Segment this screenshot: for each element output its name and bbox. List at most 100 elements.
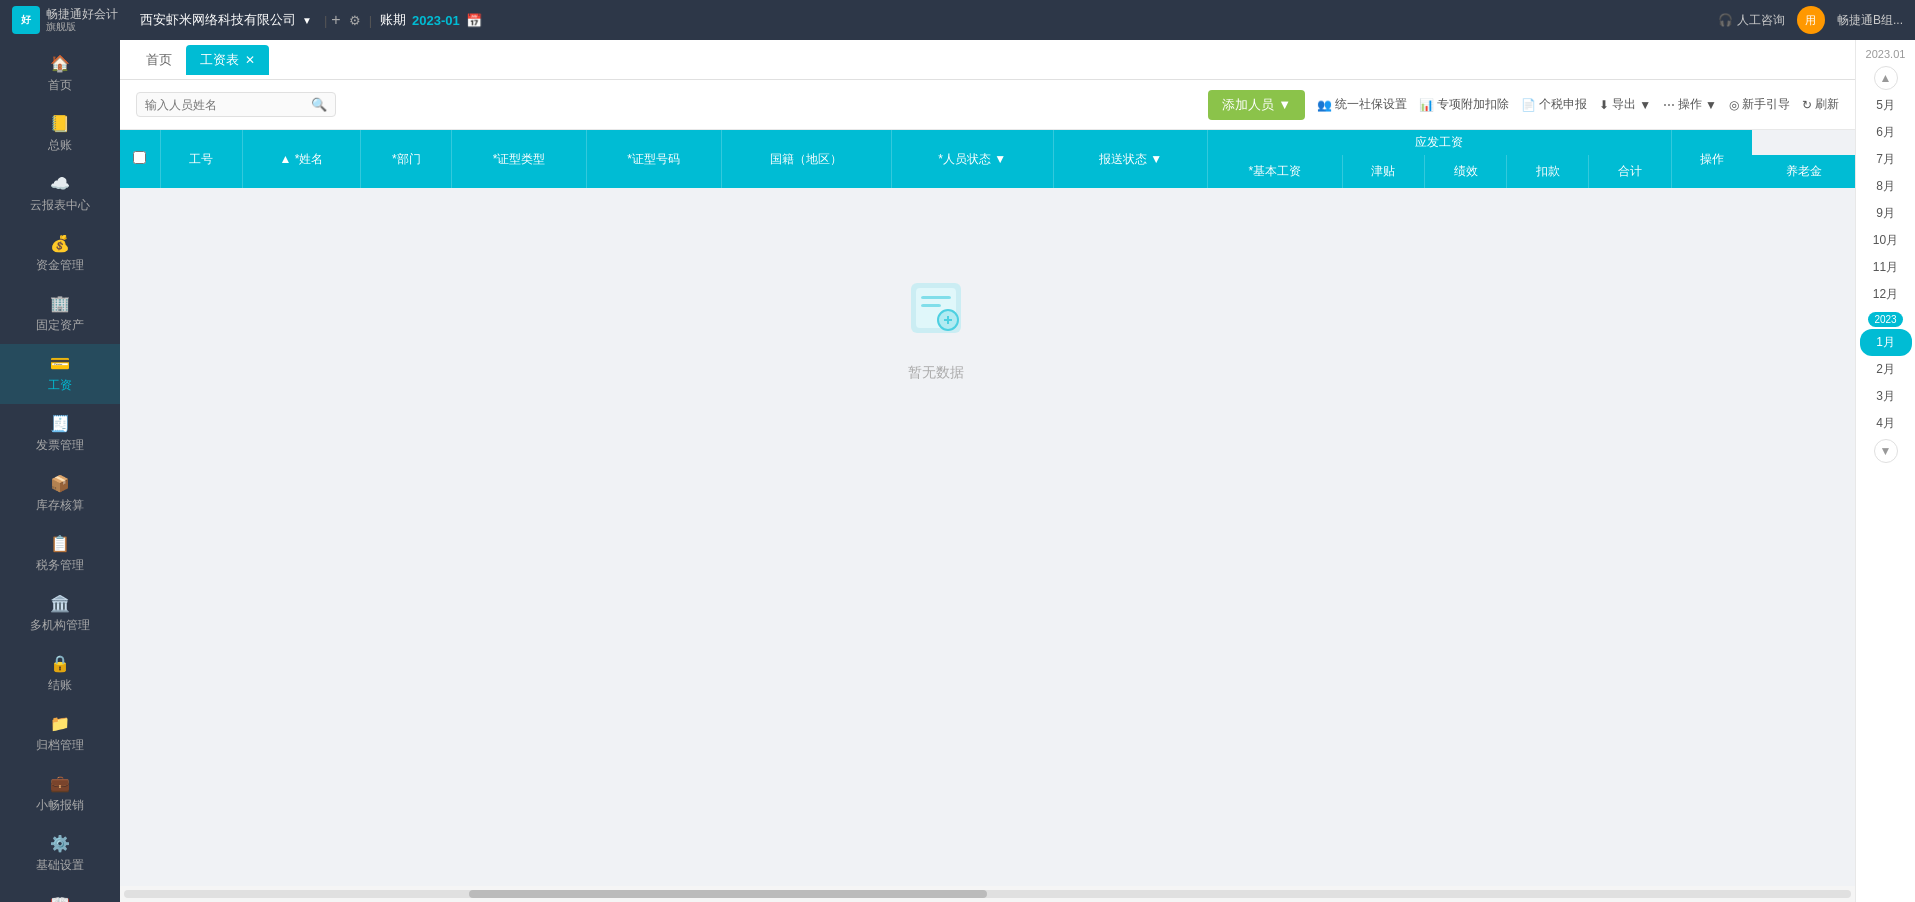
th-total: 合计 xyxy=(1589,155,1671,188)
sidebar-item-fund[interactable]: 💰 资金管理 xyxy=(0,224,120,284)
date-month-8[interactable]: 8月 xyxy=(1860,173,1912,200)
personal-tax-btn[interactable]: 📄 个税申报 xyxy=(1521,96,1587,113)
date-month-7[interactable]: 7月 xyxy=(1860,146,1912,173)
th-name: ▲ *姓名 xyxy=(242,130,361,188)
th-base-salary: *基本工资 xyxy=(1207,155,1342,188)
date-month-9[interactable]: 9月 xyxy=(1860,200,1912,227)
th-operations: 操作 xyxy=(1671,130,1752,188)
toolbar: 🔍 添加人员 ▼ 👥 统一社保设置 📊 专项附加扣除 📄 个税申报 ⬇ 导出 xyxy=(120,80,1855,130)
horizontal-scrollbar[interactable] xyxy=(120,886,1855,902)
gear-icon: ⚙️ xyxy=(50,834,70,853)
sidebar-item-fixed-asset[interactable]: 🏢 固定资产 xyxy=(0,284,120,344)
refresh-icon: ↻ xyxy=(1802,98,1812,112)
building-icon: 🏢 xyxy=(50,294,70,313)
svg-rect-3 xyxy=(921,304,941,307)
th-deduction: 扣款 xyxy=(1507,155,1589,188)
logo-area: 好 畅捷通好会计 旗舰版 xyxy=(12,6,132,34)
guide-toolbar-icon: ◎ xyxy=(1729,98,1739,112)
close-period-icon: 🔒 xyxy=(50,654,70,673)
table-wrapper: 工号 ▲ *姓名 *部门 *证型类型 *证型号码 国籍（地区） *人员状态 ▼ … xyxy=(120,130,1855,886)
tab-salary-table[interactable]: 工资表 ✕ xyxy=(186,45,269,75)
sidebar-item-tax[interactable]: 📋 税务管理 xyxy=(0,524,120,584)
sidebar-item-cloud-report[interactable]: ☁️ 云报表中心 xyxy=(0,164,120,224)
tax-icon: 📋 xyxy=(50,534,70,553)
date-nav-up[interactable]: ▲ xyxy=(1874,66,1898,90)
sidebar-item-invoice[interactable]: 🧾 发票管理 xyxy=(0,404,120,464)
inventory-icon: 📦 xyxy=(50,474,70,493)
company-selector[interactable]: 西安虾米网络科技有限公司 ▼ xyxy=(132,7,320,33)
app-logo-text: 畅捷通好会计 旗舰版 xyxy=(46,7,118,33)
empty-text: 暂无数据 xyxy=(908,364,964,382)
tab-close-icon[interactable]: ✕ xyxy=(245,53,255,67)
app-logo-icon: 好 xyxy=(12,6,40,34)
fund-icon: 💰 xyxy=(50,234,70,253)
operations-btn[interactable]: ⋯ 操作 ▼ xyxy=(1663,96,1717,113)
date-month-3[interactable]: 3月 xyxy=(1860,383,1912,410)
search-input[interactable] xyxy=(145,98,305,112)
th-dept: *部门 xyxy=(361,130,452,188)
user-avatar[interactable]: 用 xyxy=(1797,6,1825,34)
date-month-6[interactable]: 6月 xyxy=(1860,119,1912,146)
sidebar-item-settings[interactable]: ⚙️ 基础设置 xyxy=(0,824,120,884)
org-icon: 🏛️ xyxy=(50,594,70,613)
date-nav-down[interactable]: ▼ xyxy=(1874,439,1898,463)
th-report-status: 报送状态 ▼ xyxy=(1054,130,1208,188)
th-performance: 绩效 xyxy=(1424,155,1506,188)
tab-bar: 首页 工资表 ✕ xyxy=(120,40,1855,80)
sidebar-item-home[interactable]: 🏠 首页 xyxy=(0,44,120,104)
social-security-btn[interactable]: 👥 统一社保设置 xyxy=(1317,96,1407,113)
date-month-10[interactable]: 10月 xyxy=(1860,227,1912,254)
tab-home[interactable]: 首页 xyxy=(132,45,186,75)
export-icon: ⬇ xyxy=(1599,98,1609,112)
date-month-11[interactable]: 11月 xyxy=(1860,254,1912,281)
chevron-down-icon: ▼ xyxy=(1278,97,1291,112)
guide-icon: 📖 xyxy=(50,894,70,902)
sidebar-item-salary[interactable]: 💳 工资 xyxy=(0,344,120,404)
sidebar-item-guide[interactable]: 📖 新手引导 xyxy=(0,884,120,902)
content-area: 首页 工资表 ✕ 🔍 添加人员 ▼ 👥 统一社保设置 📊 xyxy=(120,40,1855,902)
th-checkbox[interactable] xyxy=(120,130,160,188)
ledger-icon: 📒 xyxy=(50,114,70,133)
settings-icon[interactable]: ⚙ xyxy=(349,13,361,28)
export-chevron-icon: ▼ xyxy=(1639,98,1651,112)
date-month-5[interactable]: 5月 xyxy=(1860,92,1912,119)
sidebar-item-archive[interactable]: 📁 归档管理 xyxy=(0,704,120,764)
date-month-2[interactable]: 2月 xyxy=(1860,356,1912,383)
deduction-icon: 📊 xyxy=(1419,98,1434,112)
human-service-btn[interactable]: 🎧 人工咨询 xyxy=(1718,12,1785,29)
export-btn[interactable]: ⬇ 导出 ▼ xyxy=(1599,96,1651,113)
sidebar: 🏠 首页 📒 总账 ☁️ 云报表中心 💰 资金管理 🏢 固定资产 💳 工资 🧾 … xyxy=(0,40,120,902)
add-person-button[interactable]: 添加人员 ▼ xyxy=(1208,90,1305,120)
calendar-icon[interactable]: 📅 xyxy=(466,13,482,28)
scrollbar-thumb[interactable] xyxy=(469,890,987,898)
refresh-btn[interactable]: ↻ 刷新 xyxy=(1802,96,1839,113)
th-allowance: 津贴 xyxy=(1342,155,1424,188)
sidebar-item-multi-org[interactable]: 🏛️ 多机构管理 xyxy=(0,584,120,644)
special-deduction-btn[interactable]: 📊 专项附加扣除 xyxy=(1419,96,1509,113)
empty-icon xyxy=(896,268,976,348)
salary-table: 工号 ▲ *姓名 *部门 *证型类型 *证型号码 国籍（地区） *人员状态 ▼ … xyxy=(120,130,1855,462)
year-badge-2023: 2023 xyxy=(1868,312,1902,327)
header-right: 🎧 人工咨询 用 畅捷通B组... xyxy=(1718,6,1903,34)
expense-icon: 💼 xyxy=(50,774,70,793)
sidebar-item-expense[interactable]: 💼 小畅报销 xyxy=(0,764,120,824)
date-panel: 2023.01 ▲ 5月 6月 7月 8月 9月 10月 11月 12月 202… xyxy=(1855,40,1915,902)
archive-icon: 📁 xyxy=(50,714,70,733)
headset-icon: 🎧 xyxy=(1718,13,1733,27)
add-company-icon[interactable]: + xyxy=(331,11,340,29)
sidebar-item-inventory[interactable]: 📦 库存核算 xyxy=(0,464,120,524)
home-icon: 🏠 xyxy=(50,54,70,73)
select-all-checkbox[interactable] xyxy=(133,151,146,164)
date-panel-header: 2023.01 xyxy=(1866,44,1906,64)
sidebar-item-ledger[interactable]: 📒 总账 xyxy=(0,104,120,164)
date-month-4[interactable]: 4月 xyxy=(1860,410,1912,437)
date-month-12[interactable]: 12月 xyxy=(1860,281,1912,308)
sidebar-item-close[interactable]: 🔒 结账 xyxy=(0,644,120,704)
guide-btn[interactable]: ◎ 新手引导 xyxy=(1729,96,1790,113)
date-month-1-active[interactable]: 1月 xyxy=(1860,329,1912,356)
search-box[interactable]: 🔍 xyxy=(136,92,336,117)
th-nationality: 国籍（地区） xyxy=(721,130,891,188)
top-header: 好 畅捷通好会计 旗舰版 西安虾米网络科技有限公司 ▼ | + ⚙ | 账期 2… xyxy=(0,0,1915,40)
chevron-down-icon: ▼ xyxy=(302,15,312,26)
th-id: 工号 xyxy=(160,130,242,188)
